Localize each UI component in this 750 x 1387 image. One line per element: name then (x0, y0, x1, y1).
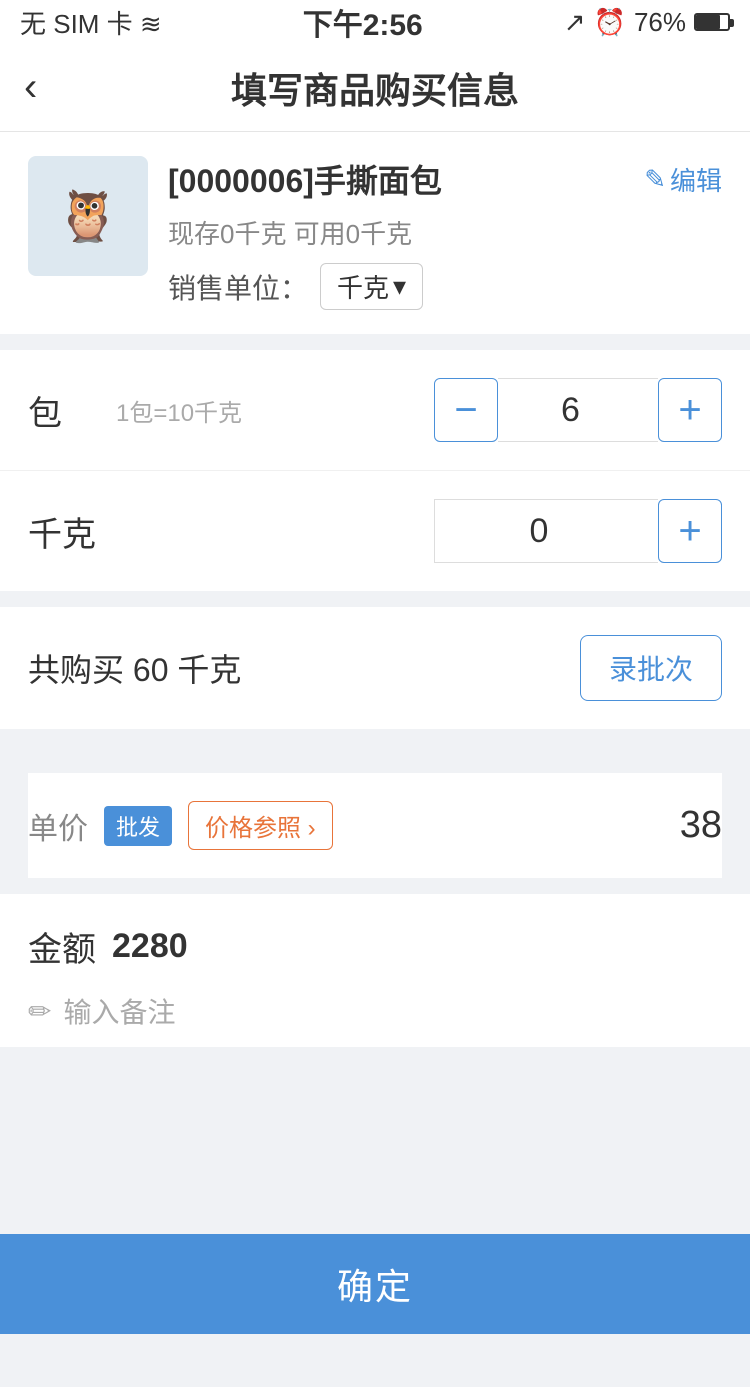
status-right: ↗ ⏰ 76% (564, 7, 730, 38)
record-batch-button[interactable]: 录批次 (580, 635, 722, 701)
package-row: 包 1包=10千克 − + (0, 350, 750, 471)
package-sublabel: 1包=10千克 (116, 393, 242, 428)
product-unit-row: 销售单位： 千克 ▾ (168, 263, 722, 310)
amount-value: 2280 (112, 927, 188, 966)
amount-label: 金额 (28, 922, 96, 971)
quantity-section: 包 1包=10千克 − + 千克 + (0, 350, 750, 591)
package-controls: − + (434, 378, 722, 442)
price-row: 单价 批发 价格参照 › 38 (28, 773, 722, 878)
unit-dropdown-icon: ▾ (393, 271, 406, 302)
product-name-row: [0000006]手撕面包 ✎ 编辑 (168, 156, 722, 202)
product-card: 🦉 [0000006]手撕面包 ✎ 编辑 现存0千克 可用0千克 销售单位： 千… (0, 132, 750, 334)
main-content: 🦉 [0000006]手撕面包 ✎ 编辑 现存0千克 可用0千克 销售单位： 千… (0, 132, 750, 1387)
package-plus-button[interactable]: + (658, 378, 722, 442)
total-row: 共购买 60 千克 录批次 (0, 607, 750, 729)
total-label: 共购买 60 千克 (28, 645, 241, 691)
kilogram-plus-button[interactable]: + (658, 499, 722, 563)
product-name: [0000006]手撕面包 (168, 156, 442, 202)
location-icon: ↗ (564, 7, 586, 38)
remark-text: 输入备注 (63, 991, 175, 1031)
battery-label: 76% (634, 7, 686, 38)
price-ref-button[interactable]: 价格参照 › (188, 801, 333, 850)
status-time: 下午2:56 (303, 0, 423, 44)
package-input[interactable] (498, 378, 658, 442)
alarm-icon: ⏰ (594, 7, 626, 38)
edit-button[interactable]: ✎ 编辑 (644, 161, 722, 198)
back-button[interactable]: ‹ (24, 65, 37, 110)
confirm-button[interactable]: 确定 (0, 1234, 750, 1334)
price-label: 单价 (28, 804, 88, 848)
unit-value: 千克 (337, 268, 389, 305)
edit-label: 编辑 (670, 161, 722, 198)
kilogram-label: 千克 (28, 507, 108, 556)
edit-icon: ✎ (644, 164, 666, 195)
remark-icon: ✏ (28, 995, 51, 1028)
status-bar: 无 SIM 卡 ≋ 下午2:56 ↗ ⏰ 76% (0, 0, 750, 44)
unit-label: 销售单位： (168, 267, 308, 307)
product-thumb-icon: 🦉 (57, 187, 119, 246)
kilogram-row: 千克 + (0, 471, 750, 591)
price-tag: 批发 (104, 806, 172, 846)
package-label: 包 (28, 386, 108, 435)
kilogram-input[interactable] (434, 499, 658, 563)
price-value: 38 (680, 804, 722, 847)
page-title: 填写商品购买信息 (231, 62, 519, 114)
product-info: [0000006]手撕面包 ✎ 编辑 现存0千克 可用0千克 销售单位： 千克 … (168, 156, 722, 310)
status-left: 无 SIM 卡 ≋ (20, 4, 162, 41)
sim-wifi-label: 无 SIM 卡 ≋ (20, 4, 162, 41)
kilogram-controls: + (434, 499, 722, 563)
amount-section: 金额 2280 ✏ 输入备注 (0, 894, 750, 1047)
price-section: 单价 批发 价格参照 › 38 (0, 745, 750, 894)
battery-icon (694, 13, 730, 31)
product-stock: 现存0千克 可用0千克 (168, 214, 722, 251)
remark-row[interactable]: ✏ 输入备注 (28, 991, 722, 1031)
unit-select[interactable]: 千克 ▾ (320, 263, 423, 310)
package-minus-button[interactable]: − (434, 378, 498, 442)
empty-space (0, 1047, 750, 1387)
amount-row: 金额 2280 (28, 922, 722, 971)
product-thumbnail: 🦉 (28, 156, 148, 276)
nav-bar: ‹ 填写商品购买信息 (0, 44, 750, 132)
